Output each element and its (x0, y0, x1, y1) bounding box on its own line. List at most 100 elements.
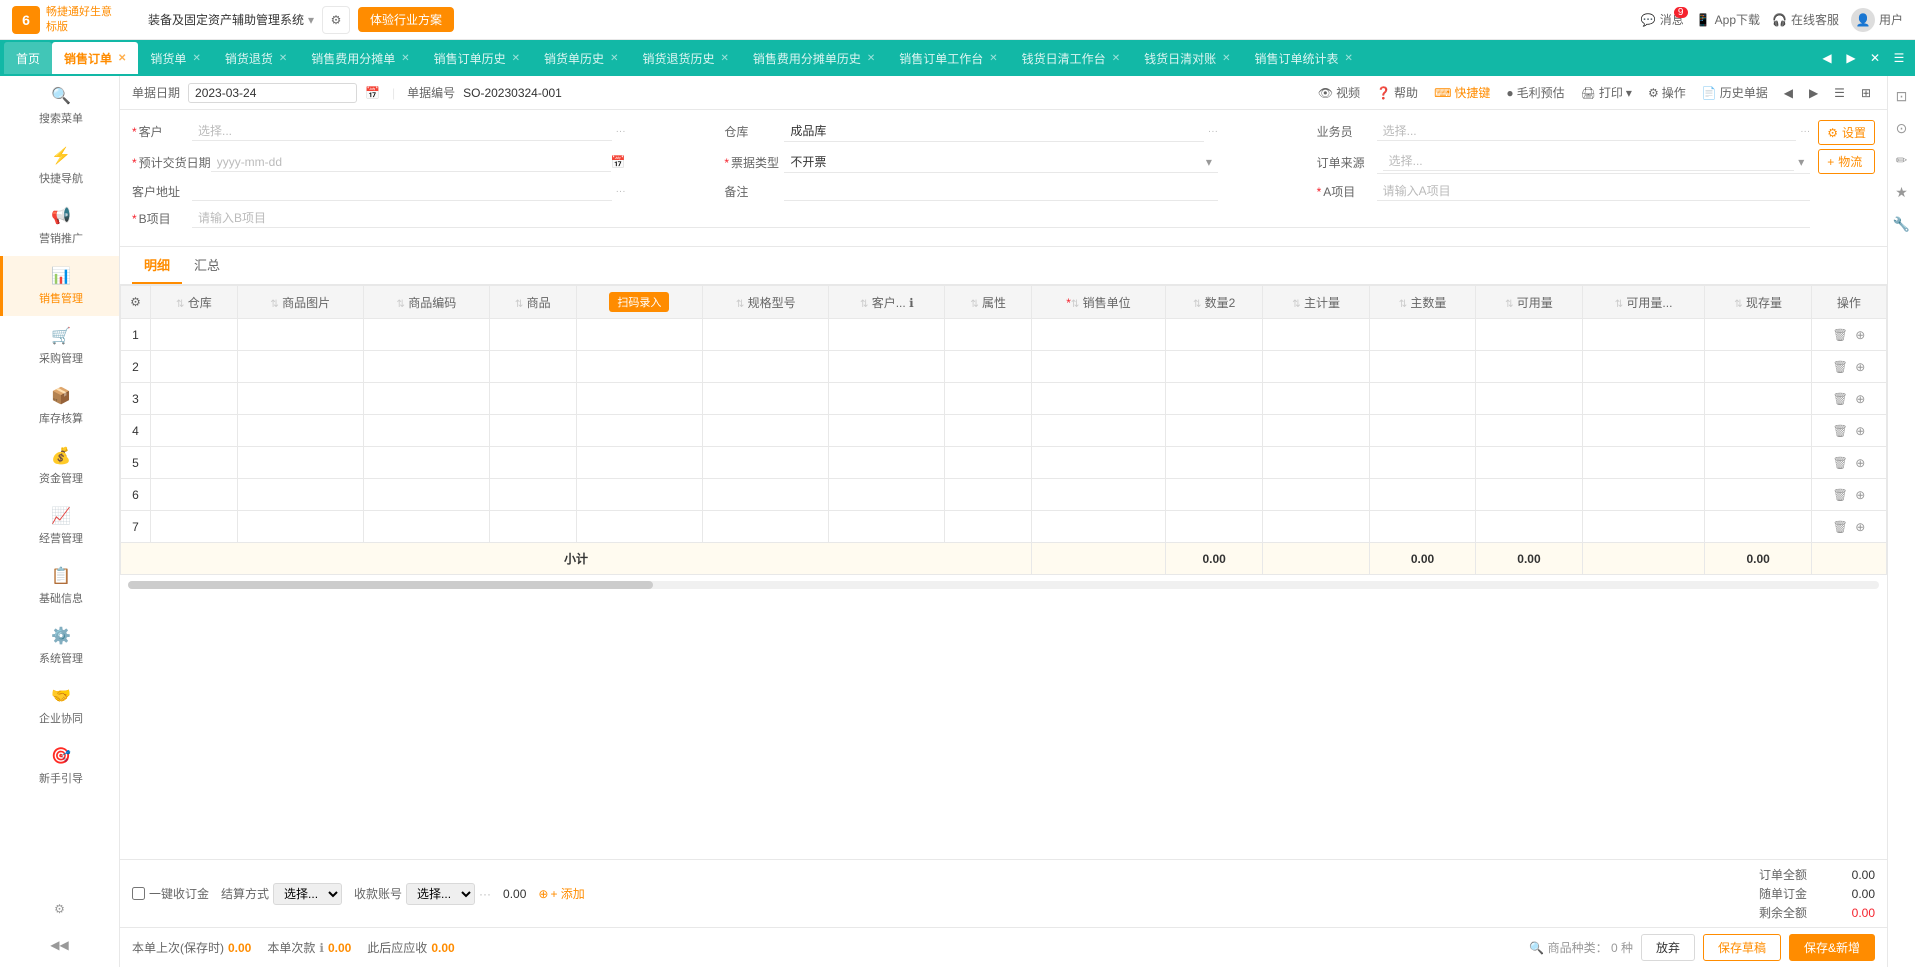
user-button[interactable]: 👤 用户 (1851, 8, 1903, 32)
scrollbar-thumb[interactable] (128, 581, 653, 589)
close-tab-icon[interactable]: ✕ (989, 53, 997, 64)
tab-sales-history[interactable]: 销货单历史 ✕ (532, 42, 630, 74)
view-button[interactable]: 👁 视频 (1314, 82, 1364, 103)
history-button[interactable]: 📄 历史单据 (1698, 82, 1772, 103)
tab-return-history[interactable]: 销货退货历史 ✕ (630, 42, 740, 74)
save-new-button[interactable]: 保存&新增 (1789, 934, 1875, 961)
message-button[interactable]: 💬 消息 9 (1641, 11, 1684, 28)
customer-address-input[interactable] (192, 182, 612, 201)
row-copy-icon[interactable]: ⊕ (1855, 424, 1865, 438)
close-tab-icon[interactable]: ✕ (1222, 53, 1230, 64)
date-input[interactable] (188, 83, 357, 103)
sidebar-collapse-icon[interactable]: ◀◀ (46, 931, 74, 959)
sidebar-item-guide[interactable]: 🎯 新手引导 (0, 736, 119, 796)
delivery-date-input[interactable] (211, 153, 611, 172)
row-delete-icon[interactable]: 🗑 (1833, 424, 1848, 438)
address-more-icon[interactable]: ··· (616, 186, 626, 197)
prev-record-icon[interactable]: ◀ (1780, 84, 1797, 102)
close-tab-icon[interactable]: ✕ (512, 53, 520, 64)
tab-cash-reconcile[interactable]: 钱货日清对账 ✕ (1132, 42, 1242, 74)
add-button[interactable]: ⊕ + 添加 (538, 885, 584, 902)
logistics-button[interactable]: + 物流 (1818, 149, 1875, 174)
sidebar-item-sales[interactable]: 📊 销售管理 (0, 256, 119, 316)
sidebar-item-system[interactable]: ⚙️ 系统管理 (0, 616, 119, 676)
row-delete-icon[interactable]: 🗑 (1833, 456, 1848, 470)
delivery-calendar-icon[interactable]: 📅 (611, 155, 626, 169)
account-more-icon[interactable]: ··· (479, 887, 491, 901)
close-tab-icon[interactable]: ✕ (867, 53, 875, 64)
system-title[interactable]: 装备及固定资产辅助管理系统 ▾ (140, 11, 314, 28)
close-tab-icon[interactable]: ✕ (401, 53, 409, 64)
app-download-button[interactable]: 📱 App下载 (1696, 11, 1760, 28)
a-project-input[interactable] (1377, 182, 1811, 201)
staff-input[interactable] (1377, 122, 1797, 141)
grid-view-icon[interactable]: ⊞ (1857, 84, 1875, 102)
row-copy-icon[interactable]: ⊕ (1855, 488, 1865, 502)
row-delete-icon[interactable]: 🗑 (1833, 392, 1848, 406)
tab-fee-split[interactable]: 销售费用分摊单 ✕ (299, 42, 421, 74)
remarks-input[interactable] (784, 182, 1218, 201)
row-delete-icon[interactable]: 🗑 (1833, 488, 1848, 502)
sidebar-item-collab[interactable]: 🤝 企业协同 (0, 676, 119, 736)
customer-more-icon[interactable]: ··· (616, 126, 626, 137)
close-tab-icon[interactable]: ✕ (1345, 53, 1353, 64)
warehouse-more-icon[interactable]: ··· (1208, 126, 1218, 137)
b-project-input[interactable] (192, 209, 1810, 228)
save-draft-button[interactable]: 保存草稿 (1703, 934, 1781, 961)
one-click-checkbox-label[interactable]: 一键收订金 (132, 885, 209, 902)
scrollbar-track[interactable] (128, 581, 1879, 589)
close-tab-icon[interactable]: ✕ (118, 53, 126, 64)
settings-config-button[interactable]: ⚙ 设置 (1818, 120, 1875, 145)
calendar-icon[interactable]: 📅 (365, 86, 380, 100)
sidebar-item-basic[interactable]: 📋 基础信息 (0, 556, 119, 616)
tab-return[interactable]: 销货退货 ✕ (213, 42, 299, 74)
help-button[interactable]: ❓ 帮助 (1372, 82, 1422, 103)
close-tab-icon[interactable]: ✕ (1112, 53, 1120, 64)
right-panel-icon-5[interactable]: 🔧 (1890, 212, 1914, 236)
customer-input[interactable] (192, 122, 612, 141)
tab-cash-workbench[interactable]: 钱货日清工作台 ✕ (1010, 42, 1132, 74)
sidebar-item-nav[interactable]: ⚡ 快捷导航 (0, 136, 119, 196)
sidebar-item-purchase[interactable]: 🛒 采购管理 (0, 316, 119, 376)
row-delete-icon[interactable]: 🗑 (1833, 328, 1848, 342)
tab-sales-single[interactable]: 销货单 ✕ (138, 42, 212, 74)
invoice-select[interactable]: 不开票 ▾ (784, 151, 1218, 173)
right-panel-icon-4[interactable]: ★ (1890, 180, 1914, 204)
row-delete-icon[interactable]: 🗑 (1833, 520, 1848, 534)
operation-button[interactable]: ⚙ 操作 (1644, 82, 1690, 103)
settings-icon[interactable]: ⚙ (322, 6, 350, 34)
industry-button[interactable]: 体验行业方案 (358, 7, 454, 32)
sidebar-item-marketing[interactable]: 📢 营销推广 (0, 196, 119, 256)
profit-button[interactable]: ● 毛利预估 (1502, 82, 1568, 103)
sidebar-item-search[interactable]: 🔍 搜索菜单 (0, 76, 119, 136)
tab-sales-order[interactable]: 销售订单 ✕ (52, 42, 138, 74)
order-source-select[interactable]: ▾ (1377, 150, 1811, 174)
close-tab-icon[interactable]: ✕ (192, 53, 200, 64)
right-panel-icon-1[interactable]: ⊡ (1890, 84, 1914, 108)
close-tab-icon[interactable]: ✕ (279, 53, 287, 64)
payment-method-select[interactable]: 选择... (273, 883, 342, 905)
tab-order-history[interactable]: 销售订单历史 ✕ (422, 42, 532, 74)
sidebar-settings-icon[interactable]: ⚙ (46, 895, 74, 923)
nav-next-icon[interactable]: ▶ (1839, 46, 1863, 70)
list-view-icon[interactable]: ☰ (1830, 84, 1849, 102)
online-service-button[interactable]: 🎧 在线客服 (1772, 11, 1839, 28)
right-panel-icon-2[interactable]: ⊙ (1890, 116, 1914, 140)
one-click-checkbox[interactable] (132, 887, 145, 900)
col-settings[interactable]: ⚙ (121, 286, 151, 319)
tab-home[interactable]: 首页 (4, 42, 52, 74)
row-copy-icon[interactable]: ⊕ (1855, 392, 1865, 406)
tab-fee-history[interactable]: 销售费用分摊单历史 ✕ (741, 42, 887, 74)
right-panel-icon-3[interactable]: ✏ (1890, 148, 1914, 172)
tab-stats[interactable]: 销售订单统计表 ✕ (1242, 42, 1364, 74)
row-copy-icon[interactable]: ⊕ (1855, 360, 1865, 374)
tab-detail[interactable]: 明细 (132, 247, 182, 284)
order-source-input[interactable] (1383, 152, 1795, 171)
sidebar-item-inventory[interactable]: 📦 库存核算 (0, 376, 119, 436)
sidebar-item-finance[interactable]: 💰 资金管理 (0, 436, 119, 496)
next-record-icon[interactable]: ▶ (1805, 84, 1822, 102)
scan-button[interactable]: 扫码录入 (609, 292, 669, 312)
print-button[interactable]: 🖨 打印 ▾ (1577, 82, 1636, 103)
row-delete-icon[interactable]: 🗑 (1833, 360, 1848, 374)
nav-close-all-icon[interactable]: ✕ (1863, 46, 1887, 70)
